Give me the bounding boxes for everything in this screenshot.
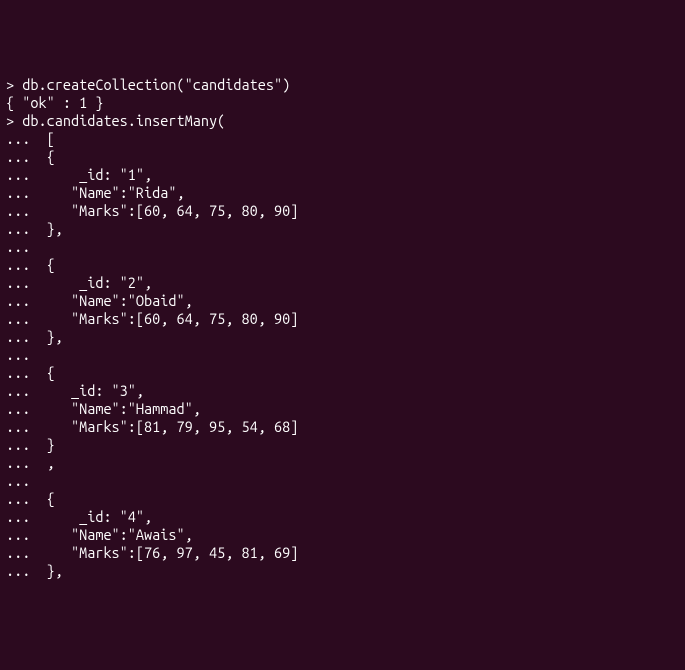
- terminal-line: ... "Marks":[81, 79, 95, 54, 68]: [6, 418, 679, 436]
- terminal-line: ... },: [6, 562, 679, 580]
- terminal-line: ... {: [6, 256, 679, 274]
- terminal-line: ... {: [6, 490, 679, 508]
- terminal-line: ... },: [6, 220, 679, 238]
- terminal-line: ... "Marks":[76, 97, 45, 81, 69]: [6, 544, 679, 562]
- terminal-line: ... "Marks":[60, 64, 75, 80, 90]: [6, 202, 679, 220]
- terminal-line: ...: [6, 346, 679, 364]
- terminal-line: > db.candidates.insertMany(: [6, 112, 679, 130]
- terminal-line: ...: [6, 472, 679, 490]
- terminal-line: ... {: [6, 148, 679, 166]
- terminal-line: ... "Name":"Awais",: [6, 526, 679, 544]
- terminal-output[interactable]: > db.createCollection("candidates"){ "ok…: [6, 76, 679, 580]
- terminal-line: ... "Name":"Obaid",: [6, 292, 679, 310]
- terminal-line: ... }: [6, 436, 679, 454]
- terminal-line: ... "Name":"Rida",: [6, 184, 679, 202]
- terminal-line: ... _id: "2",: [6, 274, 679, 292]
- terminal-line: ... _id: "3",: [6, 382, 679, 400]
- terminal-line: ... ,: [6, 454, 679, 472]
- terminal-line: ...: [6, 238, 679, 256]
- terminal-line: ... {: [6, 364, 679, 382]
- terminal-line: ... _id: "1",: [6, 166, 679, 184]
- terminal-line: { "ok" : 1 }: [6, 94, 679, 112]
- terminal-line: ... },: [6, 328, 679, 346]
- terminal-line: > db.createCollection("candidates"): [6, 76, 679, 94]
- terminal-line: ... [: [6, 130, 679, 148]
- terminal-line: ... "Marks":[60, 64, 75, 80, 90]: [6, 310, 679, 328]
- terminal-line: ... "Name":"Hammad",: [6, 400, 679, 418]
